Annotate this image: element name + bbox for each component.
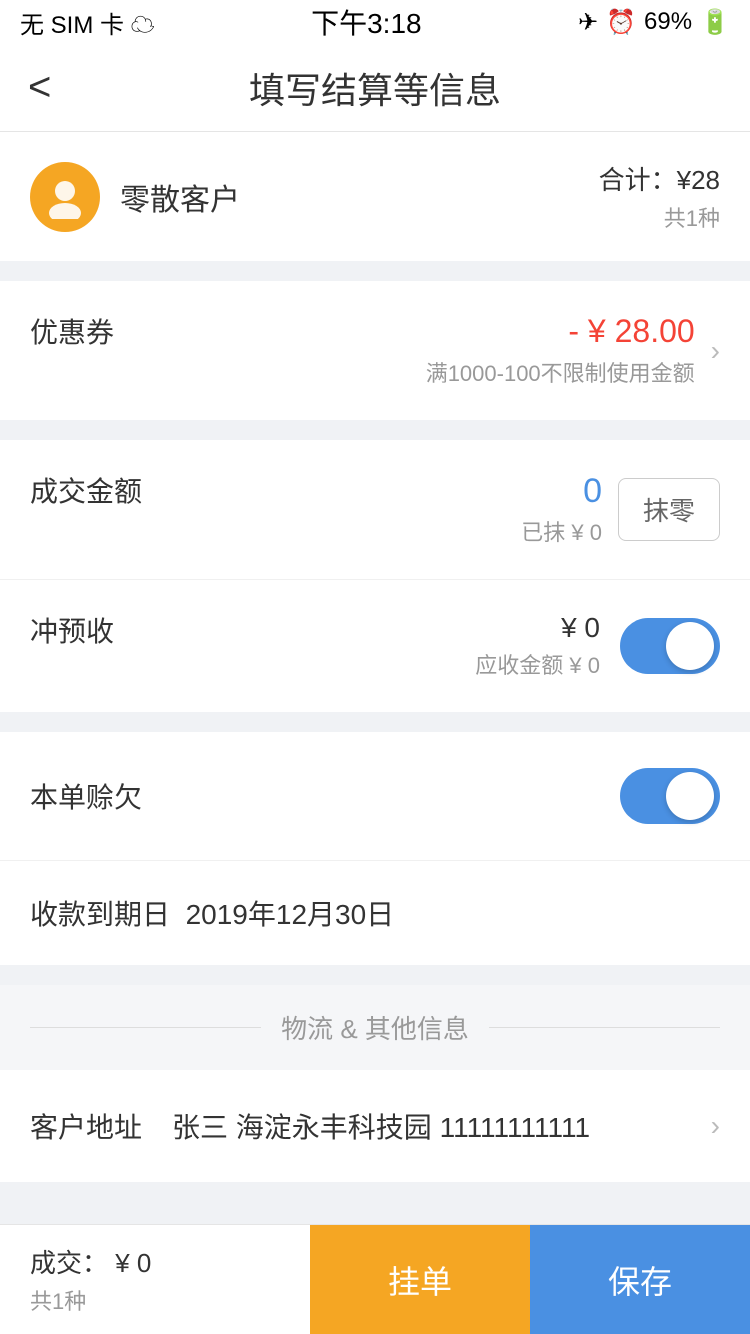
bottom-transaction: 成交： ¥ 0 bbox=[30, 1243, 280, 1280]
customer-total: 合计：¥28 bbox=[599, 160, 720, 197]
battery-text: 69% bbox=[644, 8, 692, 36]
debt-toggle-thumb bbox=[666, 772, 714, 820]
hang-order-button[interactable]: 挂单 bbox=[310, 1225, 530, 1334]
address-row[interactable]: 客户地址 张三 海淀永丰科技园 11111111111 › bbox=[0, 1070, 750, 1182]
prepayment-label: 冲预收 bbox=[30, 612, 114, 651]
due-date-row: 收款到期日 2019年12月30日 bbox=[0, 860, 750, 965]
transaction-sub: 已抹 ¥ 0 bbox=[521, 515, 602, 547]
save-button[interactable]: 保存 bbox=[530, 1225, 750, 1334]
bottom-trans-label: 成交： bbox=[30, 1248, 108, 1278]
due-date-text: 收款到期日 2019年12月30日 bbox=[30, 899, 394, 930]
coupon-row[interactable]: 优惠券 - ¥ 28.00 满1000-100不限制使用金额 › bbox=[0, 281, 750, 420]
no-sim-text: 无 SIM 卡 ☁ bbox=[20, 5, 155, 40]
address-value: 张三 海淀永丰科技园 11111111111 bbox=[172, 1106, 711, 1146]
transaction-right: 0 已抹 ¥ 0 抹零 bbox=[521, 472, 720, 547]
content-area: 零散客户 合计：¥28 共1种 优惠券 - ¥ 28.00 满1000-100不… bbox=[0, 132, 750, 1322]
customer-left: 零散客户 bbox=[30, 162, 240, 232]
transaction-value-block: 0 已抹 ¥ 0 bbox=[521, 472, 602, 547]
debt-label: 本单赊欠 bbox=[30, 776, 142, 816]
own-debt-section: 本单赊欠 收款到期日 2019年12月30日 bbox=[0, 732, 750, 965]
own-debt-toggle[interactable] bbox=[620, 768, 720, 824]
toggle-thumb bbox=[666, 622, 714, 670]
coupon-chevron-icon: › bbox=[711, 335, 720, 367]
prepayment-row: 冲预收 ¥ 0 应收金额 ¥ 0 bbox=[0, 580, 750, 712]
coupon-right: - ¥ 28.00 满1000-100不限制使用金额 › bbox=[426, 313, 720, 388]
back-button[interactable]: < bbox=[28, 65, 51, 110]
round-zero-button[interactable]: 抹零 bbox=[618, 478, 720, 541]
prepayment-toggle[interactable] bbox=[620, 618, 720, 674]
logistics-title: 物流 & 其他信息 bbox=[281, 1009, 469, 1046]
location-icon: ✈ bbox=[578, 8, 598, 37]
coupon-discount: - ¥ 28.00 bbox=[426, 313, 695, 350]
customer-avatar bbox=[30, 162, 100, 232]
status-left: 无 SIM 卡 ☁ bbox=[20, 5, 155, 40]
prepayment-values: ¥ 0 应收金额 ¥ 0 bbox=[475, 612, 600, 680]
prepayment-right: ¥ 0 应收金额 ¥ 0 bbox=[475, 612, 720, 680]
transaction-amount-row: 成交金额 0 已抹 ¥ 0 抹零 bbox=[0, 440, 750, 580]
prepayment-main-value: ¥ 0 bbox=[475, 612, 600, 644]
debt-row: 本单赊欠 bbox=[0, 732, 750, 860]
status-bar: 无 SIM 卡 ☁ 下午3:18 ✈ ⏰ 69% 🔋 bbox=[0, 0, 750, 44]
transaction-section: 成交金额 0 已抹 ¥ 0 抹零 冲预收 ¥ 0 应收金额 ¥ 0 bbox=[0, 440, 750, 712]
customer-name: 零散客户 bbox=[120, 175, 240, 219]
bottom-bar: 成交： ¥ 0 共1种 挂单 保存 bbox=[0, 1224, 750, 1334]
address-label: 客户地址 bbox=[30, 1106, 142, 1146]
status-right: ✈ ⏰ 69% 🔋 bbox=[578, 8, 730, 37]
due-date-label: 收款到期日 bbox=[30, 899, 170, 930]
coupon-label: 优惠券 bbox=[30, 313, 114, 352]
page-title: 填写结算等信息 bbox=[249, 62, 501, 114]
logistics-line-left bbox=[30, 1027, 261, 1028]
prepayment-sub-value: 应收金额 ¥ 0 bbox=[475, 648, 600, 680]
coupon-value-block: - ¥ 28.00 满1000-100不限制使用金额 bbox=[426, 313, 695, 388]
coupon-description: 满1000-100不限制使用金额 bbox=[426, 356, 695, 388]
alarm-icon: ⏰ bbox=[606, 8, 636, 37]
logistics-line-right bbox=[489, 1027, 720, 1028]
battery-icon: 🔋 bbox=[700, 8, 730, 37]
customer-row: 零散客户 合计：¥28 共1种 bbox=[0, 132, 750, 261]
customer-count: 共1种 bbox=[599, 201, 720, 233]
bottom-info: 成交： ¥ 0 共1种 bbox=[0, 1243, 310, 1316]
customer-right: 合计：¥28 共1种 bbox=[599, 160, 720, 233]
transaction-value: 0 bbox=[521, 472, 602, 511]
status-time: 下午3:18 bbox=[311, 2, 422, 42]
bottom-count: 共1种 bbox=[30, 1284, 280, 1316]
transaction-label: 成交金额 bbox=[30, 472, 142, 511]
address-section: 客户地址 张三 海淀永丰科技园 11111111111 › bbox=[0, 1070, 750, 1182]
nav-bar: < 填写结算等信息 bbox=[0, 44, 750, 132]
due-date-value: 2019年12月30日 bbox=[186, 899, 395, 930]
logistics-header: 物流 & 其他信息 bbox=[0, 985, 750, 1070]
bottom-trans-value: ¥ 0 bbox=[115, 1248, 151, 1278]
coupon-section: 优惠券 - ¥ 28.00 满1000-100不限制使用金额 › bbox=[0, 281, 750, 420]
address-chevron-icon: › bbox=[711, 1110, 720, 1142]
